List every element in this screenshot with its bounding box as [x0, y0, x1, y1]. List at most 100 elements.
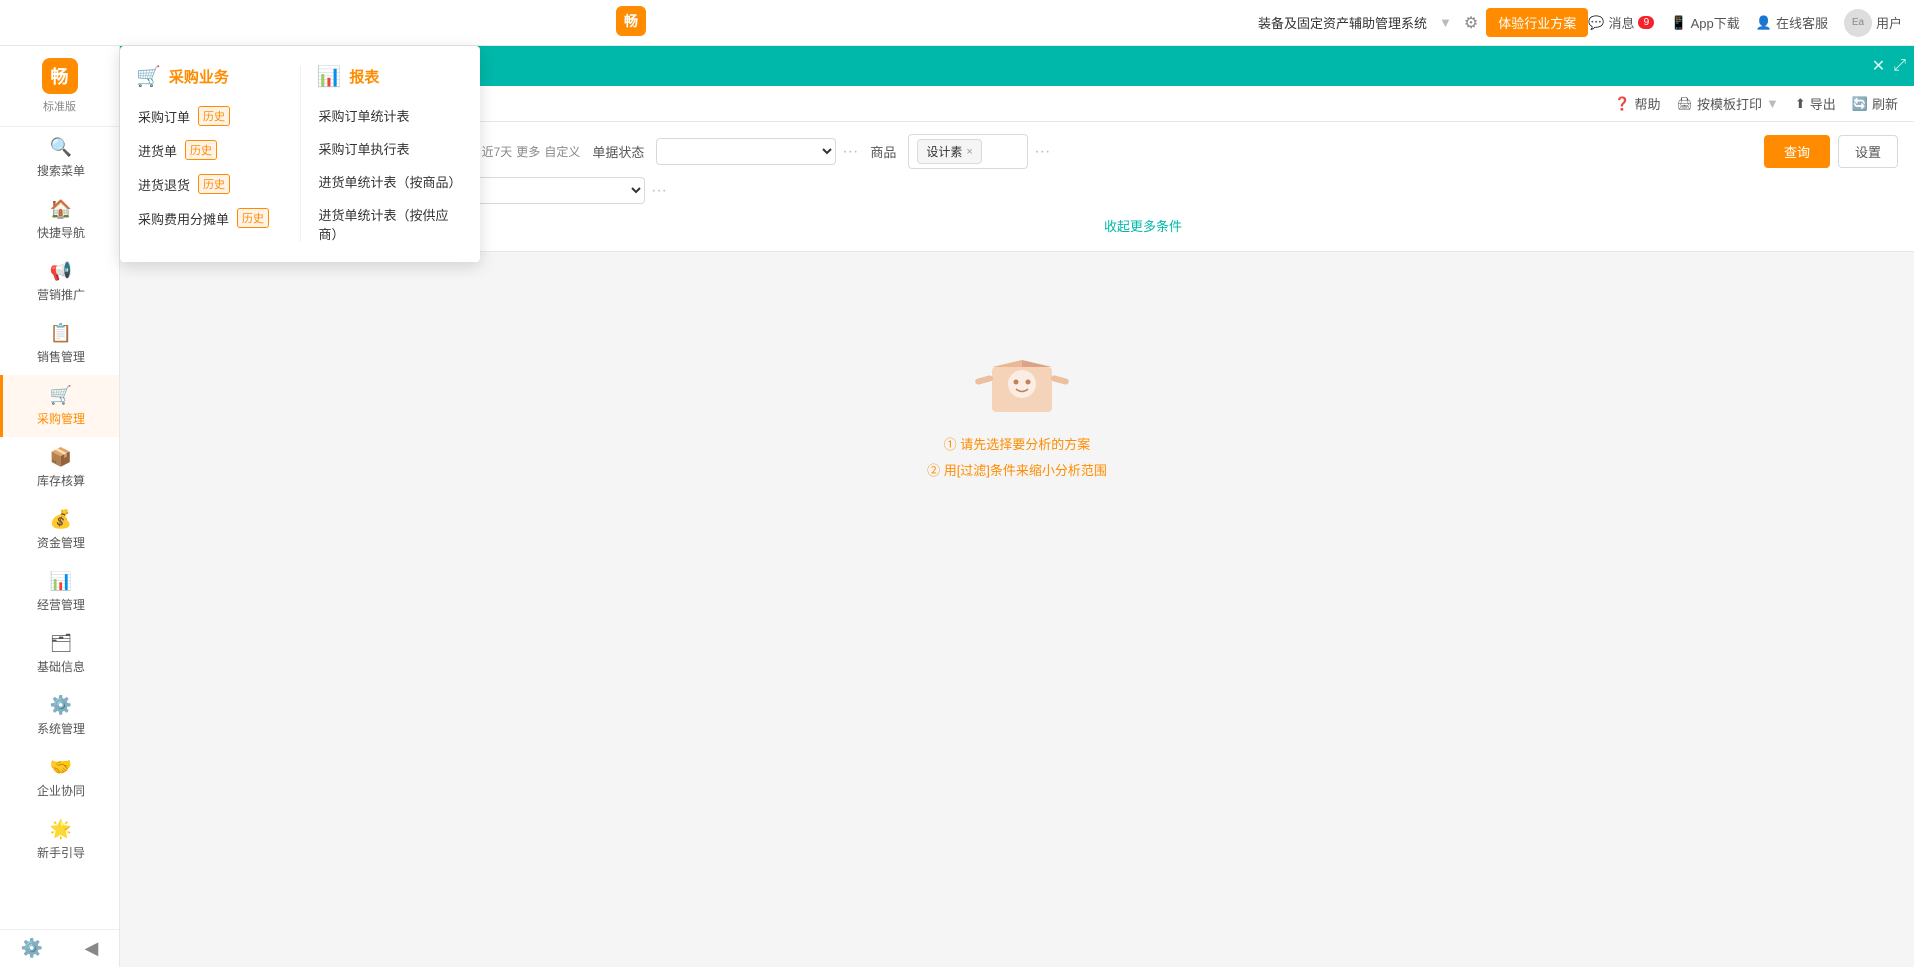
avatar: Ea [1844, 9, 1872, 37]
incoming-label: 进货单 [138, 141, 177, 160]
shortcut-more[interactable]: 更多 [516, 143, 540, 160]
purchase-icon: 🛒 [50, 385, 72, 406]
sidebar-settings-btn[interactable]: ⚙️ [21, 938, 43, 959]
shortcut-7days[interactable]: 近7天 [482, 143, 513, 160]
sidebar-item-marketing[interactable]: 📢 营销推广 [0, 251, 119, 313]
goods-tag-close[interactable]: × [966, 146, 972, 158]
settings-btn[interactable]: 设置 [1838, 135, 1898, 168]
top-bar-right: 💬 消息 9 📱 App下载 👤 在线客服 Ea 用户 [1588, 9, 1902, 37]
shortcut-custom[interactable]: 自定义 [544, 143, 580, 160]
sidebar-item-inventory[interactable]: 📦 库存核算 [0, 437, 119, 499]
online-service-label: 在线客服 [1776, 13, 1828, 32]
logo-text: 标准版 [8, 98, 111, 114]
sidebar-item-enterprise[interactable]: 🤝 企业协同 [0, 747, 119, 809]
title-arrow: ▼ [1439, 15, 1452, 30]
system-title: 装备及固定资产辅助管理系统 [1258, 13, 1427, 32]
print-icon: 🖨 [1676, 96, 1693, 112]
dropdown-item-report-incoming-supplier[interactable]: 进货单统计表（按供应商） [309, 198, 473, 250]
export-btn[interactable]: ⬆ 导出 [1795, 94, 1836, 113]
topbar-gear-icon[interactable]: ⚙ [1464, 13, 1478, 33]
report-col-icon: 📊 [317, 64, 342, 89]
status-ellipsis[interactable]: ··· [842, 143, 858, 161]
sidebar-item-quicknav[interactable]: 🏠 快捷导航 [0, 189, 119, 251]
finance-icon: 💰 [50, 509, 72, 530]
purchase-col: 🛒 采购业务 采购订单 历史 进货单 历史 进货退货 历史 采购费用分摊单 历史 [120, 58, 300, 250]
status-select[interactable] [656, 138, 836, 165]
goods-tag: 设计素 × [917, 139, 981, 164]
sidebar-label-system: 系统管理 [37, 720, 85, 737]
dropdown-cols: 🛒 采购业务 采购订单 历史 进货单 历史 进货退货 历史 采购费用分摊单 历史 [120, 58, 480, 250]
empty-hint-1: ① 请先选择要分析的方案 [944, 432, 1091, 458]
sidebar-label-basic: 基础信息 [37, 658, 85, 675]
collapse-btn[interactable]: 收起更多条件 [1104, 216, 1182, 235]
message-icon: 💬 [1588, 15, 1604, 31]
dropdown-item-incoming[interactable]: 进货单 历史 [128, 133, 292, 167]
dropdown-item-report-incoming-goods[interactable]: 进货单统计表（按商品） [309, 165, 473, 198]
collapse-btn-wrap: 收起更多条件 [388, 216, 1898, 235]
goods-tag-label: 设计素 [926, 143, 962, 160]
dropdown-item-return[interactable]: 进货退货 历史 [128, 167, 292, 201]
sidebar-item-operations[interactable]: 📊 经营管理 [0, 561, 119, 623]
return-history-badge: 历史 [198, 174, 230, 194]
search-icon: 🔍 [50, 137, 72, 158]
goods-select-wrap: 设计素 × ··· [908, 134, 1050, 169]
message-btn[interactable]: 💬 消息 9 [1588, 13, 1654, 32]
logo-icon: 畅 [42, 58, 78, 94]
app-download-btn[interactable]: 📱 App下载 [1670, 13, 1739, 32]
sidebar-label-quicknav: 快捷导航 [37, 224, 85, 241]
filter-toolbar-right: ❓ 帮助 🖨 按模板打印 ▼ ⬆ 导出 🔄 刷新 [1614, 94, 1898, 113]
report-order-exec-label: 采购订单执行表 [319, 139, 410, 158]
sidebar-label-finance: 资金管理 [37, 534, 85, 551]
sidebar-item-system[interactable]: ⚙️ 系统管理 [0, 685, 119, 747]
sidebar-label-enterprise: 企业协同 [37, 782, 85, 799]
return-label: 进货退货 [138, 175, 190, 194]
refresh-btn[interactable]: 🔄 刷新 [1852, 94, 1898, 113]
sidebar-label-inventory: 库存核算 [37, 472, 85, 489]
dropdown-item-report-order-exec[interactable]: 采购订单执行表 [309, 132, 473, 165]
help-btn[interactable]: ❓ 帮助 [1614, 94, 1660, 113]
incoming-history-badge: 历史 [185, 140, 217, 160]
industry-btn[interactable]: 体验行业方案 [1486, 8, 1588, 37]
sidebar-item-guide[interactable]: 🌟 新手引导 [0, 809, 119, 871]
sales-icon: 📋 [50, 323, 72, 344]
dropdown-item-cost[interactable]: 采购费用分摊单 历史 [128, 201, 292, 235]
query-btn[interactable]: 查询 [1764, 135, 1830, 168]
salesperson-ellipsis[interactable]: ··· [651, 182, 667, 200]
app-download-label: App下载 [1691, 13, 1740, 32]
dropdown-item-purchase-order[interactable]: 采购订单 历史 [128, 99, 292, 133]
inventory-icon: 📦 [50, 447, 72, 468]
report-order-stat-label: 采购订单统计表 [319, 106, 410, 125]
sidebar-label-guide: 新手引导 [37, 844, 85, 861]
tab-close-all-icon[interactable]: ✕ [1872, 56, 1885, 76]
dropdown-item-report-order-stat[interactable]: 采购订单统计表 [309, 99, 473, 132]
print-btn[interactable]: 🖨 按模板打印 ▼ [1676, 94, 1778, 113]
sidebar-item-search[interactable]: 🔍 搜索菜单 [0, 127, 119, 189]
phone-icon: 📱 [1670, 15, 1686, 31]
operations-icon: 📊 [50, 571, 72, 592]
report-incoming-goods-label: 进货单统计表（按商品） [319, 172, 462, 191]
report-incoming-supplier-label: 进货单统计表（按供应商） [319, 205, 463, 243]
status-label: 单据状态 [592, 142, 644, 161]
sidebar-item-purchase[interactable]: 🛒 采购管理 [0, 375, 119, 437]
sidebar-collapse-btn[interactable]: ◀ [84, 938, 98, 959]
sidebar-item-sales[interactable]: 📋 销售管理 [0, 313, 119, 375]
purchase-col-header: 🛒 采购业务 [128, 58, 292, 99]
purchase-col-title: 采购业务 [169, 66, 229, 87]
user-label: 用户 [1876, 13, 1902, 32]
tab-bar-actions: ✕ ⤢ [1872, 56, 1906, 76]
refresh-label: 刷新 [1872, 94, 1898, 113]
sidebar-item-finance[interactable]: 💰 资金管理 [0, 499, 119, 561]
goods-ellipsis[interactable]: ··· [1034, 143, 1050, 161]
guide-icon: 🌟 [50, 819, 72, 840]
salesperson-select[interactable] [465, 177, 645, 204]
user-btn[interactable]: Ea 用户 [1844, 9, 1902, 37]
sidebar-item-basic[interactable]: 🗂 基础信息 [0, 623, 119, 685]
home-icon: 🏠 [50, 199, 72, 220]
report-col-title: 报表 [349, 66, 379, 87]
goods-input[interactable]: 设计素 × [908, 134, 1028, 169]
tab-expand-icon[interactable]: ⤢ [1893, 57, 1906, 75]
print-label: 按模板打印 [1697, 94, 1762, 113]
online-service-btn[interactable]: 👤 在线客服 [1756, 13, 1828, 32]
empty-illustration [967, 332, 1067, 412]
purchase-col-icon: 🛒 [136, 64, 161, 89]
